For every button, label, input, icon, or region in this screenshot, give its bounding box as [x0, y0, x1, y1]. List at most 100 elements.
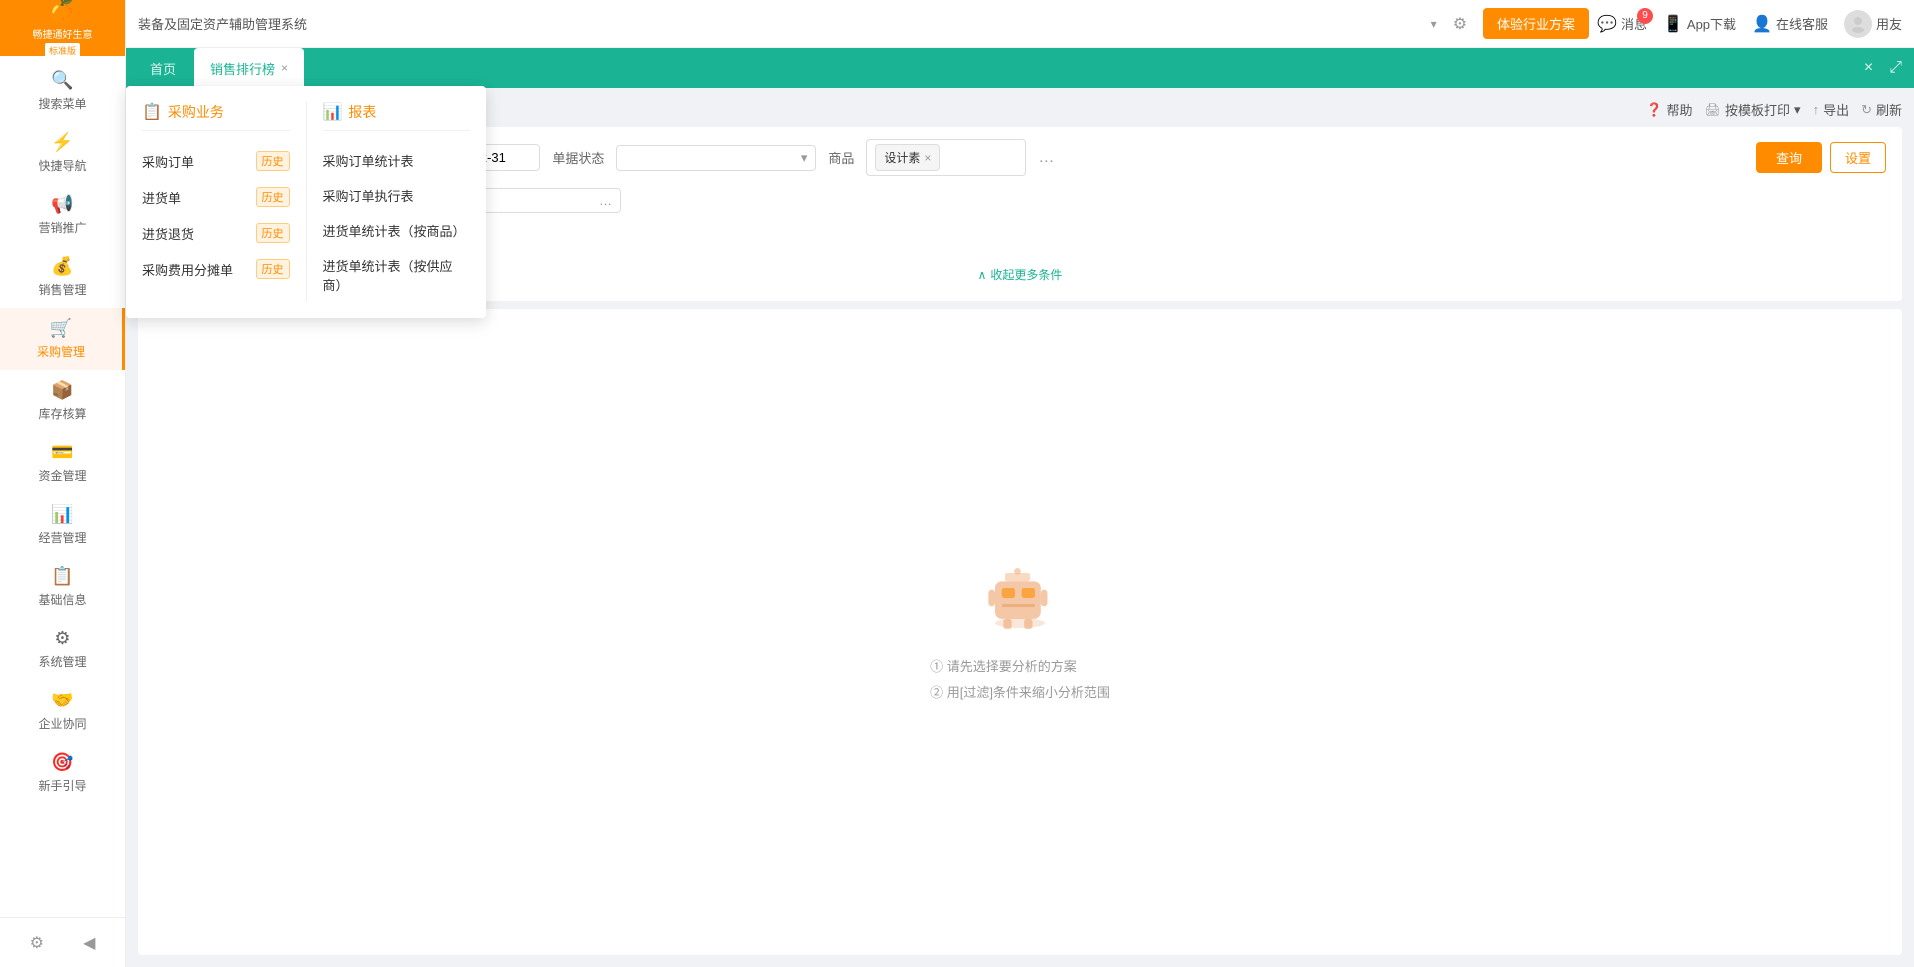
refresh-btn[interactable]: ↻ 刷新	[1861, 100, 1902, 119]
sidebar-item-inventory[interactable]: 📦 库存核算	[0, 370, 125, 432]
voucher-status-select[interactable]: ▾	[616, 145, 816, 171]
sidebar-item-label: 新手引导	[38, 777, 86, 794]
goods-tag-close-btn[interactable]: ×	[924, 151, 931, 165]
sidebar-item-label: 营销推广	[38, 219, 86, 236]
purchase-order-history-badge[interactable]: 历史	[256, 151, 290, 171]
sidebar-item-label: 系统管理	[38, 653, 86, 670]
empty-tip-2-num: ②	[930, 685, 943, 700]
settings-btn[interactable]: 设置	[1830, 142, 1886, 173]
incoming-history-badge[interactable]: 历史	[256, 187, 290, 207]
sidebar-item-purchase[interactable]: 🛒 采购管理	[0, 308, 125, 370]
sidebar-logo: 🍊 畅捷通好生意 标准版	[0, 0, 125, 56]
export-btn[interactable]: ↑ 导出	[1813, 100, 1850, 119]
help-btn[interactable]: ❓ 帮助	[1646, 100, 1692, 119]
expense-history-badge[interactable]: 历史	[256, 259, 290, 279]
filter-actions: 查询 设置	[1756, 142, 1886, 173]
quicknav-icon: ⚡	[51, 132, 73, 153]
sidebar-item-label: 快捷导航	[38, 157, 86, 174]
sidebar-item-marketing[interactable]: 📢 营销推广	[0, 184, 125, 246]
goods-more-btn[interactable]: …	[1038, 149, 1054, 167]
menu-item-incoming-stats-supplier[interactable]: 进货单统计表（按供应商）	[323, 248, 471, 302]
sidebar-item-label: 资金管理	[38, 467, 86, 484]
menu-item-incoming[interactable]: 进货单 历史	[142, 179, 290, 215]
tab-close-icon[interactable]: ×	[281, 61, 288, 75]
tab-close-window-btn[interactable]: ×	[1860, 55, 1877, 81]
sidebar-item-quicknav[interactable]: ⚡ 快捷导航	[0, 122, 125, 184]
menu-item-return[interactable]: 进货退货 历史	[142, 215, 290, 251]
query-btn[interactable]: 查询	[1756, 142, 1822, 173]
tab-home-label: 首页	[150, 59, 176, 78]
notification-badge: 9	[1637, 8, 1653, 24]
report-section-icon: 📊	[323, 102, 343, 122]
business-section-icon: 📋	[142, 102, 162, 122]
app-download-btn[interactable]: 📱 App下载	[1663, 14, 1736, 34]
business-section-title: 📋 采购业务	[142, 102, 290, 131]
voucher-status-label: 单据状态	[552, 148, 604, 167]
sidebar-item-guide[interactable]: 🎯 新手引导	[0, 742, 125, 804]
logo-icon: 🍊	[49, 0, 76, 24]
sidebar-item-system[interactable]: ⚙ 系统管理	[0, 618, 125, 680]
message-btn[interactable]: 💬 9 消息	[1597, 14, 1647, 34]
report-section: 📊 报表 采购订单统计表 采购订单执行表 进货单统计表（按商品） 进货单统计表（…	[323, 102, 471, 302]
sidebar-item-label: 企业协同	[38, 715, 86, 732]
sidebar-item-search[interactable]: 🔍 搜索菜单	[0, 60, 125, 122]
collab-icon: 🤝	[51, 690, 73, 711]
collapse-label: 收起更多条件	[990, 266, 1062, 283]
menu-item-incoming-stats-goods[interactable]: 进货单统计表（按商品）	[323, 213, 471, 248]
return-history-badge[interactable]: 历史	[256, 223, 290, 243]
print-btn[interactable]: 🖨 按模板打印 ▾	[1705, 100, 1801, 119]
sidebar: 🍊 畅捷通好生意 标准版 🔍 搜索菜单 ⚡ 快捷导航 📢 营销推广 💰 销售管理…	[0, 0, 126, 967]
print-dropdown-icon[interactable]: ▾	[1794, 102, 1801, 118]
empty-tip-1: ① 请先选择要分析的方案	[930, 654, 1110, 680]
menu-item-order-stats[interactable]: 采购订单统计表	[323, 143, 471, 178]
tab-sales-rank[interactable]: 销售排行榜 ×	[194, 48, 304, 88]
refresh-label: 刷新	[1876, 100, 1902, 119]
export-icon: ↑	[1813, 102, 1820, 117]
sidebar-item-sales[interactable]: 💰 销售管理	[0, 246, 125, 308]
tab-bar: 首页 销售排行榜 × × ⤢	[126, 48, 1914, 88]
purchase-order-label: 采购订单	[142, 152, 194, 171]
incoming-label: 进货单	[142, 188, 181, 207]
report-section-title: 📊 报表	[323, 102, 471, 131]
tab-home[interactable]: 首页	[134, 48, 192, 88]
sidebar-nav: 🔍 搜索菜单 ⚡ 快捷导航 📢 营销推广 💰 销售管理 🛒 采购管理 📦 库存核…	[0, 56, 125, 917]
menu-item-order-exec[interactable]: 采购订单执行表	[323, 178, 471, 213]
industry-btn[interactable]: 体验行业方案	[1483, 8, 1589, 39]
logo-text: 畅捷通好生意	[33, 26, 93, 41]
topbar: 装备及固定资产辅助管理系统 ▾ ⚙ 体验行业方案 💬 9 消息 📱 App下载 …	[126, 0, 1914, 48]
print-icon: 🖨	[1705, 102, 1722, 118]
sidebar-footer: ⚙ ◀	[0, 917, 125, 967]
tab-expand-btn[interactable]: ⤢	[1885, 55, 1906, 81]
sidebar-item-operations[interactable]: 📊 经营管理	[0, 494, 125, 556]
sidebar-item-label: 库存核算	[38, 405, 86, 422]
sidebar-item-label: 销售管理	[38, 281, 86, 298]
capital-icon: 💳	[51, 442, 73, 463]
sidebar-item-label: 经营管理	[38, 529, 86, 546]
help-icon: ❓	[1646, 102, 1662, 118]
user-menu-btn[interactable]: 用友	[1844, 10, 1902, 38]
sidebar-item-basic[interactable]: 📋 基础信息	[0, 556, 125, 618]
sidebar-settings-btn[interactable]: ⚙	[30, 933, 44, 953]
system-settings-btn[interactable]: ⚙	[1453, 14, 1467, 34]
system-dropdown-btn[interactable]: ▾	[1431, 17, 1437, 31]
salesman-dropdown-icon: …	[599, 193, 612, 208]
sidebar-item-capital[interactable]: 💳 资金管理	[0, 432, 125, 494]
tab-bar-actions: × ⤢	[1860, 55, 1906, 81]
goods-select[interactable]: 设计素 ×	[866, 139, 1026, 176]
expense-label: 采购费用分摊单	[142, 260, 233, 279]
refresh-icon: ↻	[1861, 102, 1872, 118]
voucher-status-dropdown-icon: ▾	[801, 150, 808, 166]
tab-sales-rank-label: 销售排行榜	[210, 59, 275, 78]
service-icon: 👤	[1752, 14, 1772, 34]
topbar-right: 💬 9 消息 📱 App下载 👤 在线客服 用友	[1597, 10, 1902, 38]
purchase-dropdown-menu: 📋 采购业务 采购订单 历史 进货单 历史 进货退货 历史 采购费用分摊单 历史…	[126, 86, 486, 318]
goods-tag-text: 设计素	[884, 149, 920, 166]
sidebar-collapse-btn[interactable]: ◀	[83, 933, 95, 953]
online-service-btn[interactable]: 👤 在线客服	[1752, 14, 1828, 34]
sidebar-item-collab[interactable]: 🤝 企业协同	[0, 680, 125, 742]
menu-item-expense[interactable]: 采购费用分摊单 历史	[142, 251, 290, 287]
sidebar-item-label: 搜索菜单	[38, 95, 86, 112]
menu-item-purchase-order[interactable]: 采购订单 历史	[142, 143, 290, 179]
marketing-icon: 📢	[51, 194, 73, 215]
export-label: 导出	[1823, 100, 1849, 119]
